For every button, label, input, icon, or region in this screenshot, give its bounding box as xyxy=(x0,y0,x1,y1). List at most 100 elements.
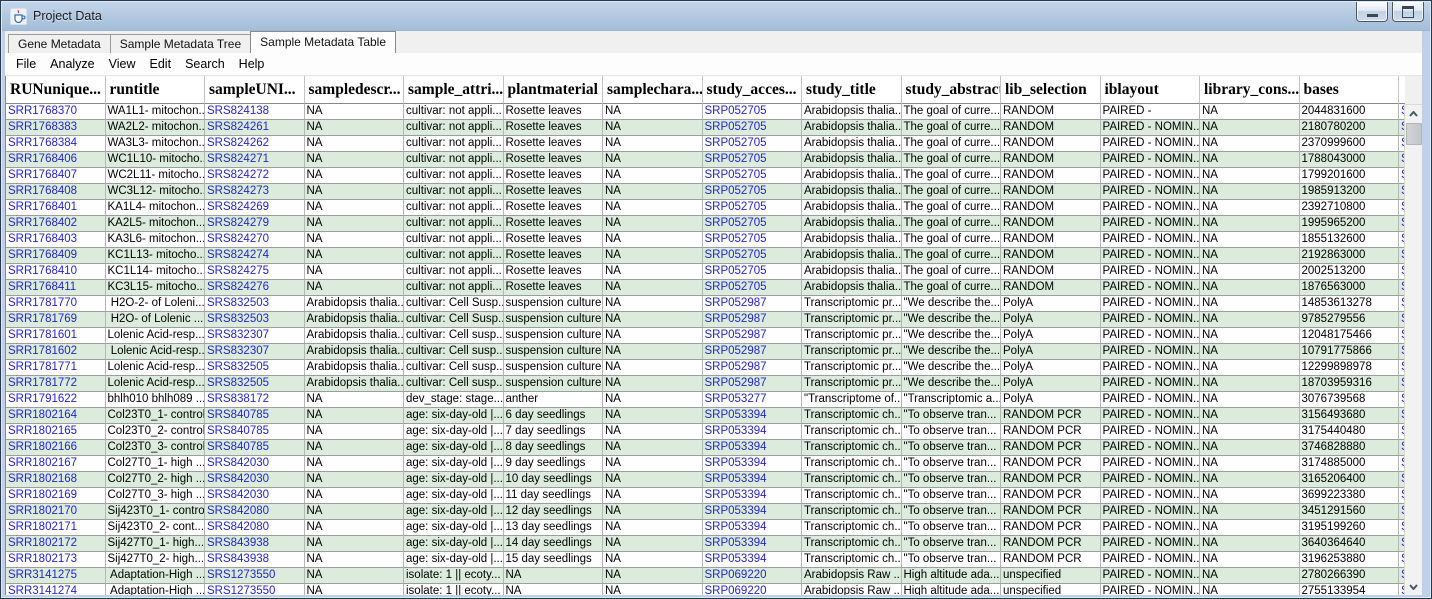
column-header-study-title[interactable]: study_title xyxy=(802,76,902,104)
accession-link[interactable]: SRS832505 xyxy=(205,376,305,392)
table-cell[interactable]: Rosette leaves xyxy=(503,120,603,136)
table-cell[interactable]: RANDOM PCR xyxy=(1001,504,1101,520)
accession-link[interactable]: SRP053394 xyxy=(702,504,802,520)
table-row-SRR3141274[interactable]: SRR3141274 Adaptation-High ... SRS1273550… xyxy=(6,584,1405,595)
table-cell[interactable]: PolyA xyxy=(1001,328,1101,344)
table-cell[interactable]: age: six-day-old |... xyxy=(404,408,504,424)
tab-gene-metadata[interactable]: Gene Metadata xyxy=(8,34,111,53)
table-cell[interactable]: Arabidopsis thalia... xyxy=(802,216,902,232)
table-cell[interactable]: Rosette leaves xyxy=(503,200,603,216)
accession-link[interactable]: SRP052705 xyxy=(702,280,802,296)
table-row-SRR1781770[interactable]: SRR1781770 H2O-2- of Loleni... SRS832503 A… xyxy=(6,296,1405,312)
accession-link[interactable]: SRS838172 xyxy=(205,392,305,408)
table-cell[interactable]: Col27T0_2- high ... xyxy=(105,472,205,488)
table-cell[interactable]: 2002513200 xyxy=(1299,264,1399,280)
table-cell[interactable]: cultivar: Cell susp... xyxy=(404,344,504,360)
table-cell[interactable]: PAIRED - xyxy=(1100,104,1200,120)
table-cell[interactable]: RANDOM xyxy=(1001,248,1101,264)
table-cell[interactable]: NA xyxy=(1200,104,1300,120)
table-cell[interactable]: suspension culture xyxy=(503,376,603,392)
table-cell[interactable]: RANDOM PCR xyxy=(1001,488,1101,504)
table-cell[interactable]: 2044831600 xyxy=(1299,104,1399,120)
table-cell[interactable]: KA1L4- mitochon... xyxy=(105,200,205,216)
table-cell[interactable]: Col23T0_1- control xyxy=(105,408,205,424)
accession-link[interactable]: SRP052705 xyxy=(702,104,802,120)
table-cell[interactable]: RANDOM xyxy=(1001,264,1101,280)
table-cell[interactable]: KA2L5- mitochon... xyxy=(105,216,205,232)
table-row-SRR1768402[interactable]: SRR1768402 KA2L5- mitochon... SRS824279 NA c… xyxy=(6,216,1405,232)
table-cell[interactable]: 2180780200 xyxy=(1299,120,1399,136)
column-header-rununique[interactable]: RUNunique... xyxy=(6,76,106,104)
table-cell[interactable]: Rosette leaves xyxy=(503,280,603,296)
table-cell[interactable]: NA xyxy=(304,280,404,296)
table-cell[interactable]: NA xyxy=(603,504,703,520)
table-cell[interactable]: PolyA xyxy=(1001,296,1101,312)
table-cell[interactable]: suspension culture xyxy=(503,312,603,328)
table-row-SRR1802169[interactable]: SRR1802169 Col27T0_3- high ... SRS842030 NA… xyxy=(6,488,1405,504)
table-cell[interactable]: NA xyxy=(304,408,404,424)
table-cell[interactable]: NA xyxy=(304,200,404,216)
table-cell[interactable]: 12299898978 xyxy=(1299,360,1399,376)
table-row-SRR1768370[interactable]: SRR1768370 WA1L1- mitochon... SRS824138 NA c… xyxy=(6,104,1405,120)
accession-link[interactable]: SRP053394 xyxy=(702,552,802,568)
table-cell[interactable]: 2192863000 xyxy=(1299,248,1399,264)
table-cell[interactable]: Sij427T0_2- high... xyxy=(105,552,205,568)
table-cell[interactable]: age: six-day-old |... xyxy=(404,424,504,440)
table-cell[interactable]: NA xyxy=(304,232,404,248)
table-cell[interactable]: Rosette leaves xyxy=(503,248,603,264)
accession-link[interactable]: SRR1768407 xyxy=(6,168,106,184)
table-cell[interactable]: Arabidopsis thalia... xyxy=(304,344,404,360)
menu-search[interactable]: Search xyxy=(178,53,232,75)
table-cell[interactable]: cultivar: Cell susp... xyxy=(404,360,504,376)
table-cell[interactable]: cultivar: not appli... xyxy=(404,184,504,200)
table-cell[interactable]: NA xyxy=(304,104,404,120)
table-cell[interactable]: NA xyxy=(603,152,703,168)
table-cell[interactable]: RANDOM PCR xyxy=(1001,520,1101,536)
table-row-SRR1802171[interactable]: SRR1802171 Sij423T0_2- cont... SRS842080 NA… xyxy=(6,520,1405,536)
table-cell[interactable]: NA xyxy=(603,232,703,248)
column-header-plantmaterial[interactable]: plantmaterial xyxy=(503,76,603,104)
table-cell[interactable]: NA xyxy=(603,296,703,312)
table-cell[interactable]: NA xyxy=(603,120,703,136)
accession-link[interactable]: SRR1802166 xyxy=(6,440,106,456)
table-cell[interactable]: Arabidopsis thalia... xyxy=(304,328,404,344)
table-cell[interactable]: NA xyxy=(603,568,703,584)
accession-link[interactable]: SRP052987 xyxy=(702,296,802,312)
table-cell[interactable]: Rosette leaves xyxy=(503,216,603,232)
table-cell[interactable]: PolyA xyxy=(1001,360,1101,376)
table-cell[interactable]: Transcriptomic pr... xyxy=(802,328,902,344)
table-cell[interactable]: NA xyxy=(1200,344,1300,360)
menu-view[interactable]: View xyxy=(102,53,143,75)
table-cell[interactable]: Transcriptomic ch... xyxy=(802,504,902,520)
table-row-SRR1802172[interactable]: SRR1802172 Sij427T0_1- high... SRS843938 NA… xyxy=(6,536,1405,552)
table-cell[interactable]: NA xyxy=(603,392,703,408)
table-cell[interactable]: cultivar: not appli... xyxy=(404,280,504,296)
accession-link[interactable]: SRR1802168 xyxy=(6,472,106,488)
table-cell[interactable]: NA xyxy=(1200,136,1300,152)
accession-link[interactable]: SRR1768383 xyxy=(6,120,106,136)
table-cell[interactable]: PAIRED - NOMIN... xyxy=(1100,152,1200,168)
table-cell[interactable]: 1876563000 xyxy=(1299,280,1399,296)
table-cell[interactable]: Lolenic Acid-resp... xyxy=(105,376,205,392)
column-header-bases[interactable]: bases xyxy=(1299,76,1399,104)
table-cell[interactable]: "To observe tran... xyxy=(901,488,1001,504)
table-cell[interactable]: RANDOM PCR xyxy=(1001,424,1101,440)
table-cell[interactable]: Transcriptomic pr... xyxy=(802,376,902,392)
table-cell[interactable]: NA xyxy=(1200,504,1300,520)
table-cell[interactable]: NA xyxy=(603,424,703,440)
table-cell[interactable]: "Transcriptomic a... xyxy=(901,392,1001,408)
table-cell[interactable]: age: six-day-old |... xyxy=(404,504,504,520)
table-cell[interactable]: RANDOM xyxy=(1001,120,1101,136)
table-cell[interactable]: NA xyxy=(1200,536,1300,552)
table-cell[interactable]: 3195199260 xyxy=(1299,520,1399,536)
table-cell[interactable]: age: six-day-old |... xyxy=(404,472,504,488)
table-cell[interactable]: NA xyxy=(603,216,703,232)
table-cell[interactable]: Arabidopsis thalia... xyxy=(802,264,902,280)
table-cell[interactable]: "We describe the... xyxy=(901,344,1001,360)
table-cell[interactable]: NA xyxy=(1200,248,1300,264)
table-cell[interactable]: 9 day seedlings xyxy=(503,456,603,472)
table-cell[interactable]: WC3L12- mitocho... xyxy=(105,184,205,200)
table-cell[interactable]: NA xyxy=(603,376,703,392)
table-cell[interactable]: NA xyxy=(503,568,603,584)
table-cell[interactable]: "To observe tran... xyxy=(901,440,1001,456)
